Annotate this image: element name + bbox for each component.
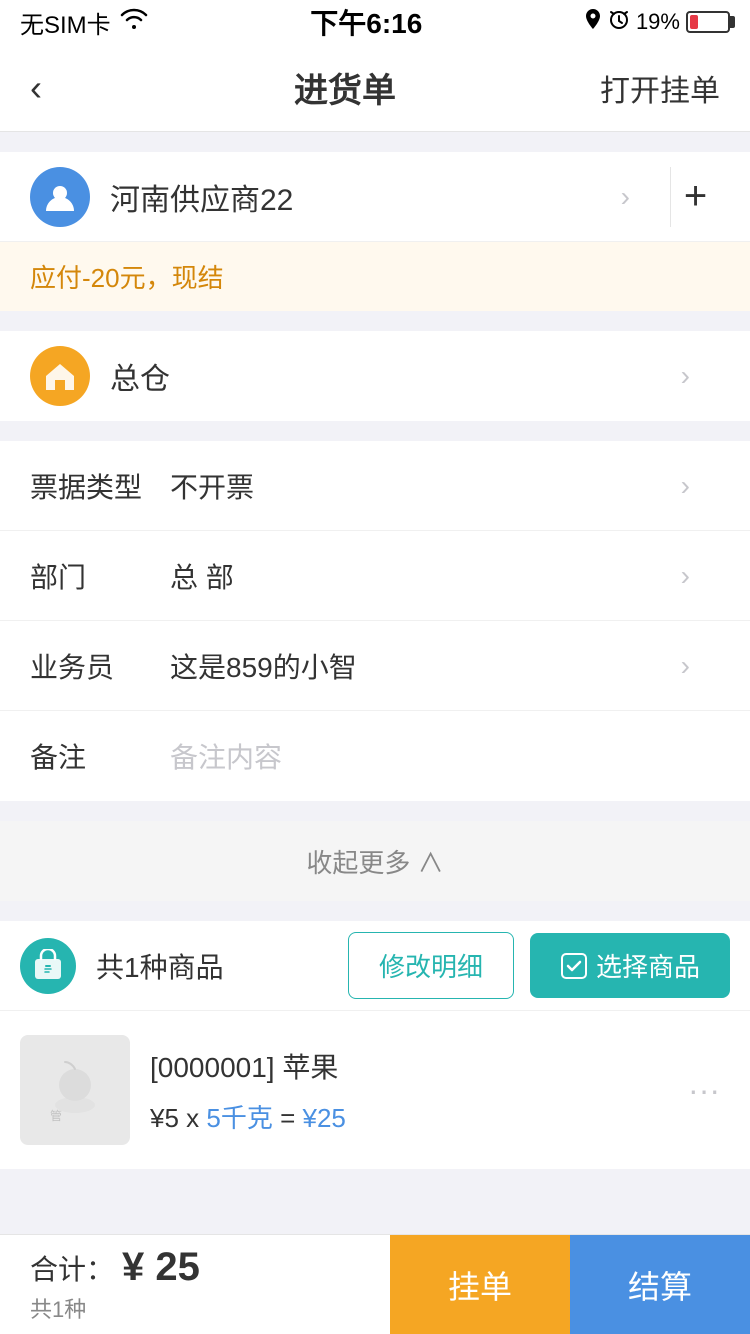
nav-bar: ‹ 进货单 打开挂单	[0, 44, 750, 132]
alarm-icon	[608, 8, 630, 36]
department-row[interactable]: 部门 总 部 ›	[0, 531, 750, 621]
wifi-icon	[119, 7, 149, 38]
back-button[interactable]: ‹	[30, 67, 90, 109]
status-time: 下午6:16	[310, 2, 422, 42]
salesman-label: 业务员	[30, 646, 170, 686]
total-amount: ¥ 25	[122, 1245, 200, 1290]
product-total: ¥25	[303, 1103, 346, 1133]
edit-detail-button[interactable]: 修改明细	[348, 932, 514, 999]
bottom-bar: 合计： ¥ 25 共1种 挂单 结算	[0, 1234, 750, 1334]
warehouse-name: 总仓	[110, 354, 681, 398]
svg-text:管: 管	[50, 1108, 62, 1123]
remark-row[interactable]: 备注 备注内容	[0, 711, 750, 801]
select-product-label: 选择商品	[596, 947, 700, 984]
product-more-button[interactable]: ···	[678, 1062, 730, 1119]
supplier-chevron-icon: ›	[621, 181, 630, 213]
remark-label: 备注	[30, 736, 170, 776]
supplier-notice: 应付-20元，现结	[0, 242, 750, 311]
supplier-avatar	[30, 167, 90, 227]
supplier-name: 河南供应商22	[110, 175, 621, 219]
location-icon	[584, 8, 602, 36]
page-title: 进货单	[294, 63, 396, 112]
checkout-button[interactable]: 结算	[570, 1235, 750, 1334]
remark-input[interactable]: 备注内容	[170, 736, 720, 776]
add-supplier-button[interactable]: +	[670, 167, 720, 227]
product-item: 管 [0000001] 苹果 ¥5 x 5千克 = ¥25 ···	[0, 1011, 750, 1169]
invoice-label: 票据类型	[30, 466, 170, 506]
product-quantity: 5千克	[206, 1103, 272, 1133]
product-info: [0000001] 苹果 ¥5 x 5千克 = ¥25	[150, 1046, 678, 1135]
salesman-value: 这是859的小智	[170, 646, 681, 686]
status-icons: 19%	[584, 8, 730, 36]
battery-percentage: 19%	[636, 9, 680, 35]
total-label: 合计： ¥ 25	[30, 1245, 360, 1290]
invoice-row[interactable]: 票据类型 不开票 ›	[0, 441, 750, 531]
salesman-row[interactable]: 业务员 这是859的小智 ›	[0, 621, 750, 711]
total-text: 合计：	[30, 1248, 114, 1288]
invoice-chevron-icon: ›	[681, 470, 690, 502]
collapse-button[interactable]: 收起更多 ∧	[0, 821, 750, 901]
warehouse-chevron-icon: ›	[681, 360, 690, 392]
department-label: 部门	[30, 556, 170, 596]
warehouse-section: 总仓 ›	[0, 331, 750, 421]
total-count: 共1种	[30, 1292, 360, 1324]
department-value: 总 部	[170, 556, 681, 596]
supplier-section: 河南供应商22 › + 应付-20元，现结	[0, 152, 750, 311]
product-section: 共1种商品 修改明细 选择商品 管 [0000001] 苹果	[0, 921, 750, 1169]
warehouse-row[interactable]: 总仓 ›	[0, 331, 750, 421]
supplier-row[interactable]: 河南供应商22 › +	[0, 152, 750, 242]
product-code: [0000001]	[150, 1052, 275, 1083]
warehouse-icon	[30, 346, 90, 406]
product-thumbnail: 管	[20, 1035, 130, 1145]
product-count: 共1种商品	[96, 946, 348, 986]
status-carrier: 无SIM卡	[20, 5, 149, 40]
hang-button[interactable]: 挂单	[390, 1235, 570, 1334]
product-price: ¥5 x 5千克 = ¥25	[150, 1098, 678, 1135]
open-hang-button[interactable]: 打开挂单	[600, 66, 720, 110]
product-unit-price: ¥5	[150, 1103, 179, 1133]
invoice-value: 不开票	[170, 466, 681, 506]
battery-icon	[686, 11, 730, 33]
product-icon	[20, 938, 76, 994]
department-chevron-icon: ›	[681, 560, 690, 592]
status-bar: 无SIM卡 下午6:16 19%	[0, 0, 750, 44]
form-section: 票据类型 不开票 › 部门 总 部 › 业务员 这是859的小智 › 备注 备注…	[0, 441, 750, 801]
carrier-text: 无SIM卡	[20, 5, 111, 40]
product-display-name: 苹果	[282, 1052, 338, 1083]
product-name: [0000001] 苹果	[150, 1046, 678, 1086]
salesman-chevron-icon: ›	[681, 650, 690, 682]
total-section: 合计： ¥ 25 共1种	[0, 1245, 390, 1324]
select-product-button[interactable]: 选择商品	[530, 933, 730, 998]
product-header: 共1种商品 修改明细 选择商品	[0, 921, 750, 1011]
